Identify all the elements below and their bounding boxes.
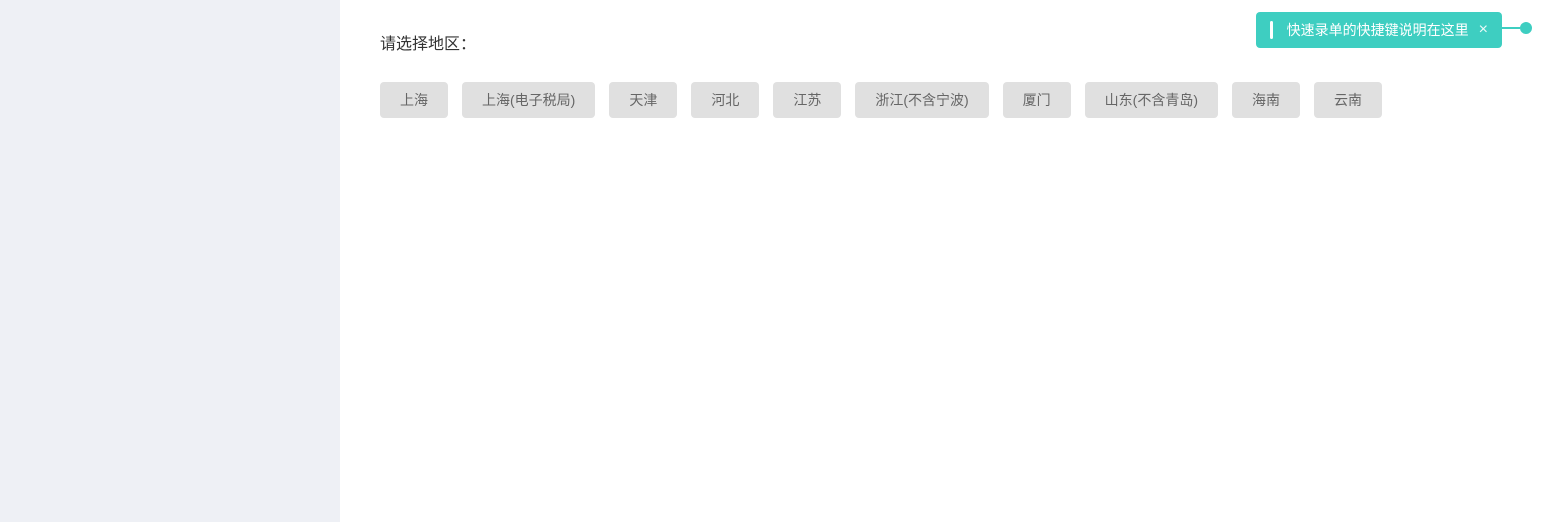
region-btn-xiamen[interactable]: 厦门 [1003, 82, 1071, 118]
main-content: 请选择地区： 上海上海(电子税局)天津河北江苏浙江(不含宁波)厦门山东(不含青岛… [340, 0, 1562, 522]
region-btn-yunnan[interactable]: 云南 [1314, 82, 1382, 118]
region-buttons-container: 上海上海(电子税局) 天津河北江苏浙江(不含宁波) 厦门山东(不含青岛) 海南云南 [380, 82, 1522, 118]
region-btn-shandong[interactable]: 山东(不含青岛) [1085, 82, 1218, 118]
tooltip-connector-dot [1520, 22, 1532, 34]
region-btn-shanghai-etax[interactable]: 上海(电子税局) [462, 82, 595, 118]
region-btn-hebei[interactable]: 河北 [691, 82, 759, 118]
tooltip-connector-line [1502, 27, 1520, 29]
region-btn-hainan[interactable]: 海南 [1232, 82, 1300, 118]
region-btn-zhejiang[interactable]: 浙江(不含宁波) [855, 82, 988, 118]
region-btn-shanghai[interactable]: 上海 [380, 82, 448, 118]
tooltip-bar: 快速录单的快捷键说明在这里 × [1256, 12, 1502, 48]
region-btn-tianjin[interactable]: 天津 [609, 82, 677, 118]
tooltip-text: 快速录单的快捷键说明在这里 [1287, 20, 1469, 40]
region-btn-jiangsu[interactable]: 江苏 [773, 82, 841, 118]
tooltip-close-button[interactable]: × [1479, 22, 1488, 38]
left-panel [0, 0, 340, 522]
